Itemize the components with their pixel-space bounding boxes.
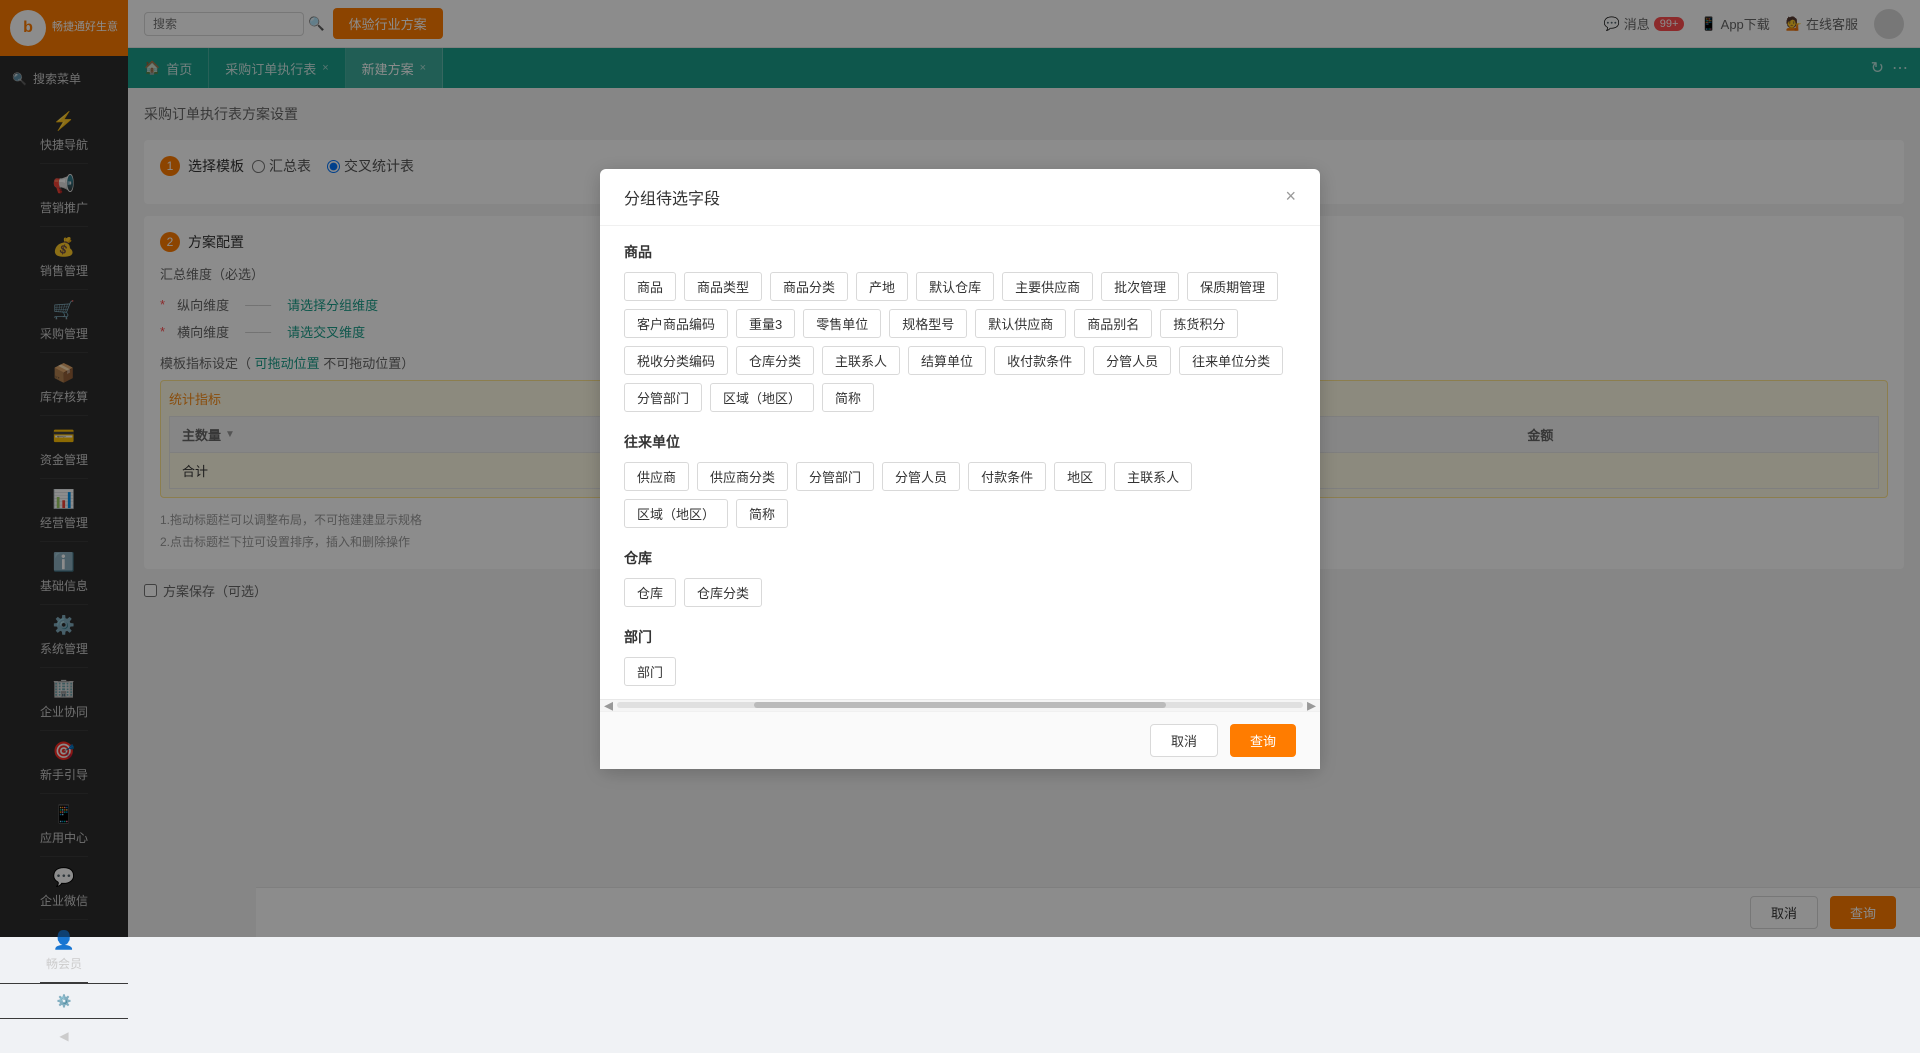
field-tag[interactable]: 拣货积分 [1160,309,1238,338]
field-tag[interactable]: 产地 [856,272,908,301]
scrollbar-track [617,702,1303,708]
sidebar-settings[interactable]: ⚙️ [0,983,128,1018]
field-tag[interactable]: 商品类型 [684,272,762,301]
field-tags-department: 部门 [624,657,1296,686]
field-tag[interactable]: 区域（地区） [710,383,814,412]
field-tag[interactable]: 默认供应商 [975,309,1066,338]
main-content: 🔍 体验行业方案 💬 消息 99+ 📱 App下载 💁 在线客服 [128,0,1920,937]
field-tag[interactable]: 商品分类 [770,272,848,301]
collapse-icon: ◀ [59,1029,68,1043]
field-tag[interactable]: 付款条件 [968,462,1046,491]
field-tags-product: 商品商品类型商品分类产地默认仓库主要供应商批次管理保质期管理客户商品编码重量3 零… [624,272,1296,412]
field-tag[interactable]: 批次管理 [1101,272,1179,301]
field-group-title-warehouse: 仓库 [624,548,1296,568]
field-group-partner: 往来单位供应商供应商分类分管部门分管人员付款条件地区主联系人区域（地区） 简称 [624,432,1296,528]
field-tag[interactable]: 保质期管理 [1187,272,1278,301]
settings-icon: ⚙️ [57,994,72,1008]
field-tag[interactable]: 往来单位分类 [1179,346,1283,375]
field-tag[interactable]: 供应商 [624,462,689,491]
field-tag[interactable]: 主联系人 [1114,462,1192,491]
field-tag[interactable]: 仓库分类 [736,346,814,375]
modal-confirm-button[interactable]: 查询 [1230,724,1296,757]
field-tag[interactable]: 分管部门 [624,383,702,412]
field-group-department: 部门部门 [624,627,1296,686]
field-tag[interactable]: 结算单位 [908,346,986,375]
field-group-title-partner: 往来单位 [624,432,1296,452]
modal-close-button[interactable]: × [1285,186,1296,207]
field-tag[interactable]: 主联系人 [822,346,900,375]
sidebar-collapse[interactable]: ◀ [0,1018,128,1053]
modal-footer: 取消 查询 [600,711,1320,769]
field-tags-partner: 供应商供应商分类分管部门分管人员付款条件地区主联系人区域（地区） 简称 [624,462,1296,528]
field-tag[interactable]: 区域（地区） [624,499,728,528]
modal-title: 分组待选字段 [624,185,720,209]
field-tag[interactable]: 分管人员 [1093,346,1171,375]
field-tag[interactable]: 分管部门 [796,462,874,491]
field-tag[interactable]: 分管人员 [882,462,960,491]
field-tag[interactable]: 规格型号 [889,309,967,338]
field-tag[interactable]: 收付款条件 [994,346,1085,375]
field-tag[interactable]: 商品 [624,272,676,301]
field-tag[interactable]: 供应商分类 [697,462,788,491]
field-tag[interactable]: 部门 [624,657,676,686]
field-tag[interactable]: 仓库分类 [684,578,762,607]
modal-scrollbar: ◂ ▸ [600,699,1320,711]
scrollbar-thumb [754,702,1166,708]
field-tag[interactable]: 税收分类编码 [624,346,728,375]
field-tag[interactable]: 商品别名 [1074,309,1152,338]
field-tag[interactable]: 地区 [1054,462,1106,491]
modal-dialog: 分组待选字段 × 商品商品商品类型商品分类产地默认仓库主要供应商批次管理保质期管… [600,169,1320,769]
field-tags-warehouse: 仓库仓库分类 [624,578,1296,607]
modal-cancel-button[interactable]: 取消 [1150,724,1218,757]
field-group-warehouse: 仓库仓库仓库分类 [624,548,1296,607]
modal-header: 分组待选字段 × [600,169,1320,226]
field-tag[interactable]: 主要供应商 [1002,272,1093,301]
field-tag[interactable]: 仓库 [624,578,676,607]
field-tag[interactable]: 零售单位 [803,309,881,338]
modal-body: 商品商品商品类型商品分类产地默认仓库主要供应商批次管理保质期管理客户商品编码重量… [600,226,1320,699]
field-group-product: 商品商品商品类型商品分类产地默认仓库主要供应商批次管理保质期管理客户商品编码重量… [624,242,1296,412]
field-tag[interactable]: 重量3 [736,309,795,338]
field-group-title-product: 商品 [624,242,1296,262]
field-tag[interactable]: 简称 [736,499,788,528]
field-group-title-department: 部门 [624,627,1296,647]
modal-overlay: 分组待选字段 × 商品商品商品类型商品分类产地默认仓库主要供应商批次管理保质期管… [128,0,1920,937]
sidebar-bottom: ⚙️ ◀ [0,983,128,1053]
field-tag[interactable]: 简称 [822,383,874,412]
field-tag[interactable]: 客户商品编码 [624,309,728,338]
field-tag[interactable]: 默认仓库 [916,272,994,301]
sidebar-item-label: 畅会员 [46,955,82,972]
